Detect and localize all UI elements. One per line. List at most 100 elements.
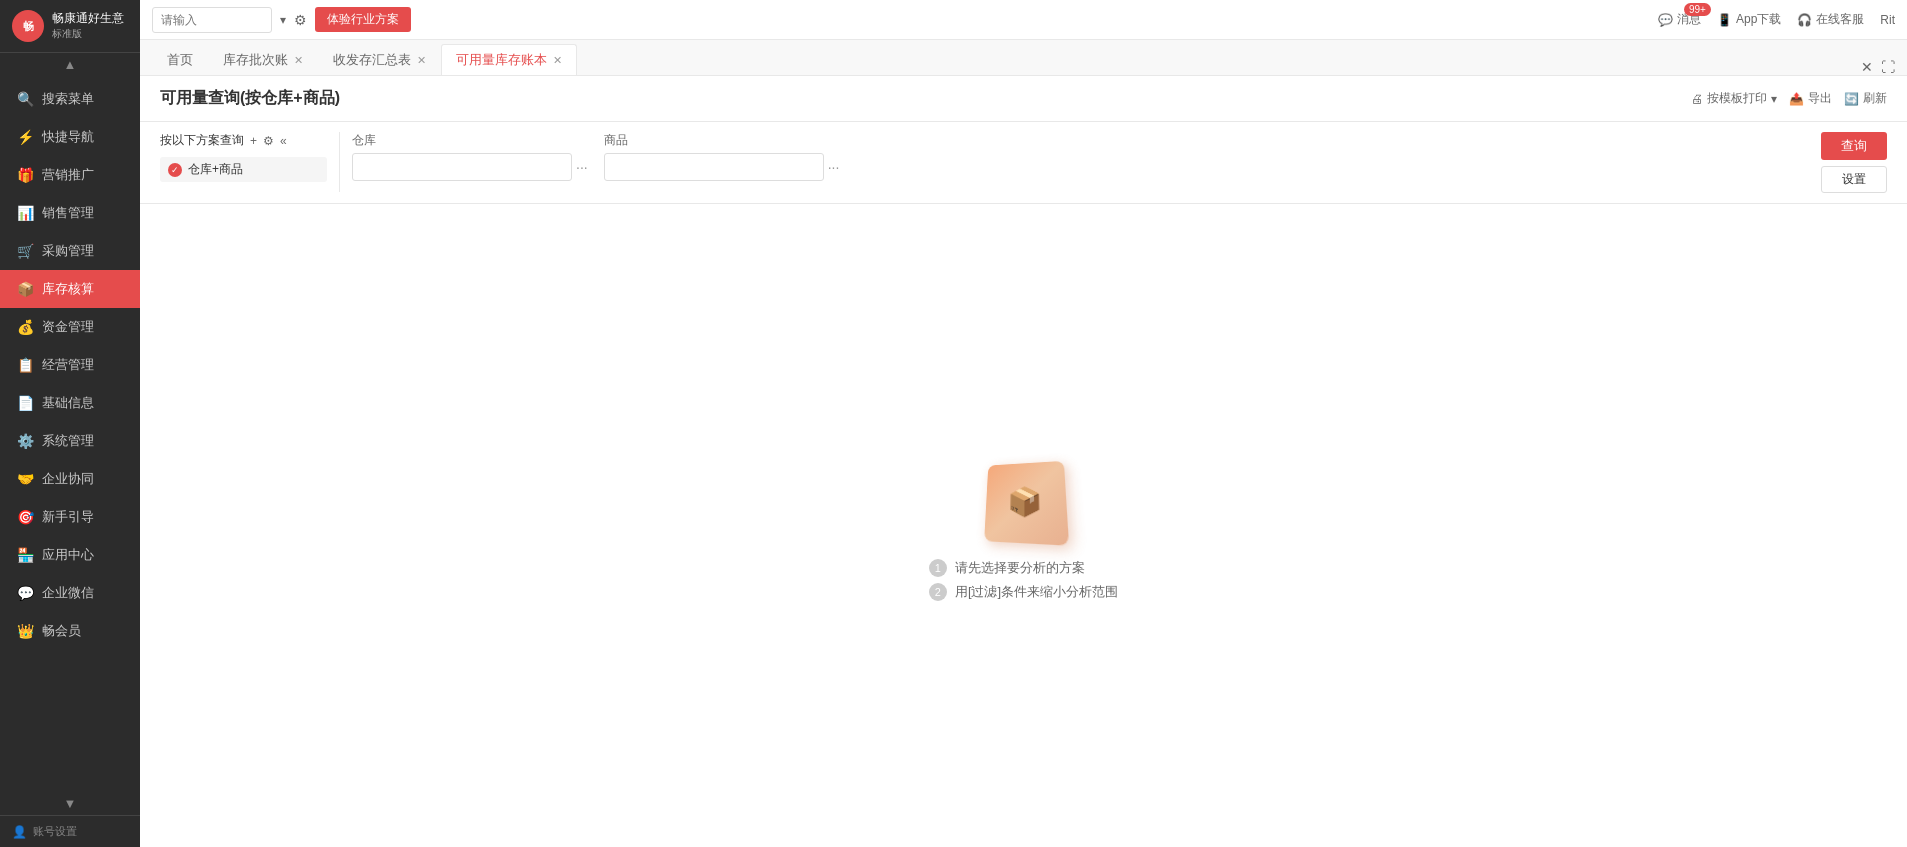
filter-actions: 查询 设置 xyxy=(1821,132,1887,193)
sidebar-nav: 🔍 搜索菜单 ⚡ 快捷导航 🎁 营销推广 📊 销售管理 🛒采购管理📦库存核算💰资金管理 📋 经营管理… xyxy=(0,76,140,792)
sidebar-item-finance[interactable]: 💰资金管理 xyxy=(0,308,140,346)
sidebar-item-label-search: 搜索菜单 xyxy=(42,90,94,108)
topbar-dropdown-icon[interactable]: ▾ xyxy=(280,13,286,27)
sidebar-item-icon-marketing_promo: 🎁 xyxy=(16,167,34,183)
goods-input-row: ··· xyxy=(604,153,840,181)
app-logo: 畅 xyxy=(12,10,44,42)
query-button[interactable]: 查询 xyxy=(1821,132,1887,160)
warehouse-dots-icon[interactable]: ··· xyxy=(576,159,588,175)
sidebar-item-purchase[interactable]: 🛒采购管理 xyxy=(0,232,140,270)
tab-close-available_ledger[interactable]: ✕ xyxy=(553,54,562,67)
tab-label-available_ledger: 可用量库存账本 xyxy=(456,51,547,69)
sidebar-item-label-purchase: 采购管理 xyxy=(42,242,94,260)
tab-close-batch_ledger[interactable]: ✕ xyxy=(294,54,303,67)
sidebar-item-icon-shortcut: ⚡ xyxy=(16,129,34,145)
tab-close-all-icon[interactable]: ✕ xyxy=(1861,59,1873,75)
user-info[interactable]: Rit xyxy=(1880,13,1895,27)
warehouse-input[interactable] xyxy=(352,153,572,181)
warehouse-field-label: 仓库 xyxy=(352,132,588,149)
filter-scheme-header: 按以下方案查询 + ⚙ « xyxy=(160,132,327,149)
content-area: 可用量查询(按仓库+商品) 🖨 按模板打印 ▾ 📤 导出 🔄 刷新 xyxy=(140,76,1907,847)
filter-scheme-settings-icon[interactable]: ⚙ xyxy=(263,134,274,148)
settings-button[interactable]: 设置 xyxy=(1821,166,1887,193)
sidebar-item-inventory[interactable]: 📦库存核算 xyxy=(0,270,140,308)
tab-batch_ledger[interactable]: 库存批次账 ✕ xyxy=(208,44,318,75)
sidebar-item-sales[interactable]: 📊 销售管理 xyxy=(0,194,140,232)
sidebar-item-member[interactable]: 👑 畅会员 xyxy=(0,612,140,650)
sidebar-item-icon-member: 👑 xyxy=(16,623,34,639)
empty-box-illustration: 📦 xyxy=(984,460,1069,545)
filter-fields: 仓库 ··· 商品 ··· xyxy=(352,132,1809,181)
industry-solution-button[interactable]: 体验行业方案 xyxy=(315,7,411,32)
online-service-button[interactable]: 🎧 在线客服 xyxy=(1797,11,1864,28)
filter-scheme-collapse-icon[interactable]: « xyxy=(280,134,287,148)
hint-num-2: 2 xyxy=(929,583,947,601)
sidebar-item-label-member: 畅会员 xyxy=(42,622,81,640)
scheme-item-warehouse-goods[interactable]: ✓ 仓库+商品 xyxy=(160,157,327,182)
sidebar-item-icon-search: 🔍 xyxy=(16,91,34,107)
sidebar-item-icon-sales: 📊 xyxy=(16,205,34,221)
message-button[interactable]: 💬 消息 99+ xyxy=(1658,11,1701,28)
tabbar-actions: ✕ ⛶ xyxy=(1861,59,1895,75)
template-print-icon: 🖨 xyxy=(1691,92,1703,106)
sidebar-item-icon-wechat: 💬 xyxy=(16,585,34,601)
sidebar-footer-label: 账号设置 xyxy=(33,824,77,839)
tab-available_ledger[interactable]: 可用量库存账本 ✕ xyxy=(441,44,577,75)
tab-label-batch_ledger: 库存批次账 xyxy=(223,51,288,69)
goods-dots-icon[interactable]: ··· xyxy=(828,159,840,175)
topbar-search-input[interactable] xyxy=(152,7,272,33)
refresh-button[interactable]: 🔄 刷新 xyxy=(1844,90,1887,107)
main-area: ▾ ⚙ 体验行业方案 💬 消息 99+ 📱 App下载 🎧 在线客服 Rit 首… xyxy=(140,0,1907,847)
goods-input[interactable] xyxy=(604,153,824,181)
app-download-button[interactable]: 📱 App下载 xyxy=(1717,11,1781,28)
sidebar-item-enterprise[interactable]: 🤝企业协同 xyxy=(0,460,140,498)
sidebar-item-icon-newbie: 🎯 xyxy=(16,509,34,525)
topbar-gear-icon[interactable]: ⚙ xyxy=(294,12,307,28)
sidebar-item-wechat[interactable]: 💬企业微信 xyxy=(0,574,140,612)
sidebar-item-newbie[interactable]: 🎯新手引导 xyxy=(0,498,140,536)
sidebar-scroll-down[interactable]: ▼ xyxy=(0,792,140,815)
filter-field-warehouse: 仓库 ··· xyxy=(352,132,588,181)
sidebar-item-label-shortcut: 快捷导航 xyxy=(42,128,94,146)
hint-num-1: 1 xyxy=(929,559,947,577)
sidebar-item-label-marketing_promo: 营销推广 xyxy=(42,166,94,184)
sidebar-item-shortcut[interactable]: ⚡ 快捷导航 xyxy=(0,118,140,156)
sidebar-item-icon-operations: 📋 xyxy=(16,357,34,373)
sidebar-item-label-appstore: 应用中心 xyxy=(42,546,94,564)
sidebar-item-system[interactable]: ⚙️系统管理 xyxy=(0,422,140,460)
sidebar-item-operations[interactable]: 📋 经营管理 xyxy=(0,346,140,384)
sidebar-item-label-operations: 经营管理 xyxy=(42,356,94,374)
page-header: 可用量查询(按仓库+商品) 🖨 按模板打印 ▾ 📤 导出 🔄 刷新 xyxy=(140,76,1907,122)
tabbar: 首页库存批次账✕收发存汇总表✕可用量库存账本✕ ✕ ⛶ xyxy=(140,40,1907,76)
filter-scheme-add-icon[interactable]: + xyxy=(250,134,257,148)
filter-field-goods: 商品 ··· xyxy=(604,132,840,181)
message-badge: 99+ xyxy=(1684,3,1711,16)
tab-label-home: 首页 xyxy=(167,51,193,69)
filter-area: 按以下方案查询 + ⚙ « ✓ 仓库+商品 仓库 ··· xyxy=(140,122,1907,204)
sidebar-item-icon-inventory: 📦 xyxy=(16,281,34,297)
online-service-icon: 🎧 xyxy=(1797,13,1812,27)
sidebar-item-label-system: 系统管理 xyxy=(42,432,94,450)
sidebar-item-label-enterprise: 企业协同 xyxy=(42,470,94,488)
sidebar-scroll-up[interactable]: ▲ xyxy=(0,53,140,76)
tab-expand-icon[interactable]: ⛶ xyxy=(1881,59,1895,75)
empty-face-icon: 📦 xyxy=(1006,484,1042,518)
sidebar-item-appstore[interactable]: 🏪应用中心 xyxy=(0,536,140,574)
app-name: 畅康通好生意 xyxy=(52,11,124,27)
sidebar-footer: 👤 账号设置 xyxy=(0,815,140,847)
tab-home[interactable]: 首页 xyxy=(152,44,208,75)
filter-scheme-label: 按以下方案查询 xyxy=(160,132,244,149)
tab-close-receipt_summary[interactable]: ✕ xyxy=(417,54,426,67)
tab-receipt_summary[interactable]: 收发存汇总表✕ xyxy=(318,44,441,75)
sidebar-item-label-sales: 销售管理 xyxy=(42,204,94,222)
empty-hint-1: 1请先选择要分析的方案 xyxy=(929,559,1118,577)
export-button[interactable]: 📤 导出 xyxy=(1789,90,1832,107)
empty-hint-2: 2用[过滤]条件来缩小分析范围 xyxy=(929,583,1118,601)
sidebar-item-basics[interactable]: 📄基础信息 xyxy=(0,384,140,422)
sidebar-item-marketing_promo[interactable]: 🎁 营销推广 xyxy=(0,156,140,194)
username: Rit xyxy=(1880,13,1895,27)
template-print-dropdown-icon: ▾ xyxy=(1771,92,1777,106)
message-icon: 💬 xyxy=(1658,13,1673,27)
sidebar-item-search[interactable]: 🔍 搜索菜单 xyxy=(0,80,140,118)
template-print-button[interactable]: 🖨 按模板打印 ▾ xyxy=(1691,90,1777,107)
